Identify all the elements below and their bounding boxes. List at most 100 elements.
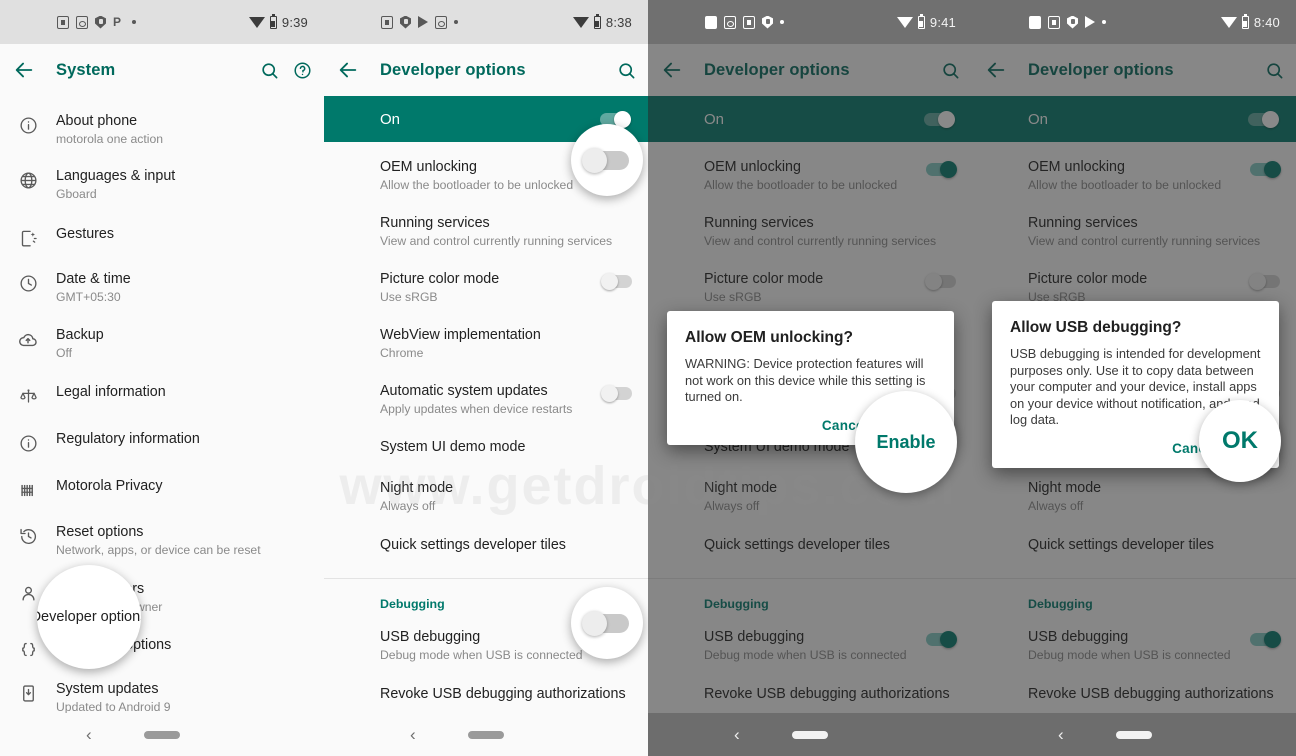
nav-bar: ‹ — [648, 713, 972, 756]
wifi-icon — [896, 16, 913, 28]
panel-oem-unlock-dialog: 9:41 Developer options On OEM unlocking — [648, 0, 972, 756]
magnified-toggle-off — [582, 610, 629, 636]
shield-icon — [400, 15, 411, 29]
list-item[interactable]: Quick settings developer tiles — [324, 514, 648, 554]
doc-icon — [743, 15, 755, 29]
magnifier-label: Enable — [876, 431, 936, 452]
magnifier-enable-button: Enable — [855, 391, 957, 493]
globe-icon — [0, 168, 56, 190]
p-icon: P — [113, 14, 122, 29]
nav-back-icon[interactable]: ‹ — [1058, 725, 1064, 745]
list-item[interactable]: System updates Updated to Android 9 — [0, 659, 324, 715]
list-item[interactable]: Automatic system updates Apply updates w… — [324, 361, 648, 417]
doc-lines-icon — [435, 15, 447, 29]
list-item[interactable]: Date & time GMT+05:30 — [0, 248, 324, 305]
status-icons-right: 8:40 — [1220, 13, 1280, 30]
list-item-title: Languages & input — [56, 168, 176, 184]
list-item-title: Date & time — [56, 271, 131, 287]
list-item[interactable]: System UI demo mode — [324, 417, 648, 456]
list-item[interactable]: Reset options Network, apps, or device c… — [0, 500, 324, 558]
list-item-title: USB debugging — [380, 629, 481, 645]
list-item-title: Legal information — [56, 384, 166, 400]
wifi-icon — [572, 16, 589, 28]
list-item-title: System UI demo mode — [380, 439, 526, 455]
home-pill[interactable] — [1116, 730, 1152, 739]
page-title: Developer options — [380, 60, 526, 79]
list-item-subtitle: GMT+05:30 — [56, 290, 121, 304]
battery-icon — [917, 13, 925, 29]
shield-icon — [1067, 15, 1078, 29]
automatic-system-updates-toggle[interactable] — [601, 385, 632, 402]
magnifier-developer-options: Developer options — [37, 565, 141, 669]
status-icons-right: 8:38 — [572, 13, 632, 30]
app-bar: Developer options — [324, 44, 648, 96]
status-time: 8:40 — [1253, 14, 1280, 30]
status-bar: 8:38 — [324, 0, 648, 44]
home-pill[interactable] — [144, 730, 180, 739]
system-update-icon — [0, 681, 56, 703]
status-bar: 8:40 — [972, 0, 1296, 44]
help-icon[interactable] — [293, 61, 312, 80]
status-time: 8:38 — [605, 14, 632, 30]
history-icon — [0, 524, 56, 546]
status-icons-left — [381, 15, 458, 29]
scales-icon — [0, 384, 56, 406]
list-item[interactable]: Backup Off — [0, 305, 324, 361]
list-item-title: Gestures — [56, 226, 115, 242]
back-arrow-icon[interactable] — [13, 59, 35, 81]
cloud-upload-icon — [0, 327, 56, 350]
picture-color-mode-toggle[interactable] — [601, 273, 632, 290]
master-switch-label: On — [380, 110, 401, 128]
dot-icon — [1102, 20, 1106, 24]
list-item-subtitle: Off — [56, 346, 73, 360]
home-pill[interactable] — [792, 730, 828, 739]
search-icon[interactable] — [617, 61, 636, 80]
list-item[interactable]: WebView implementation Chrome — [324, 305, 648, 361]
list-item[interactable]: Running services View and control curren… — [324, 193, 648, 249]
nav-back-icon[interactable]: ‹ — [410, 725, 416, 745]
list-item[interactable]: Revoke USB debugging authorizations — [324, 663, 648, 703]
nav-back-icon[interactable]: ‹ — [86, 725, 92, 745]
list-item-subtitle: motorola one action — [56, 132, 164, 146]
list-item-subtitle: Gboard — [56, 187, 97, 201]
list-item-subtitle: Chrome — [380, 346, 424, 360]
play-icon — [418, 16, 428, 28]
status-icons-right: 9:41 — [896, 13, 956, 30]
image-icon — [1029, 15, 1041, 29]
status-icons-left: P — [57, 14, 136, 29]
list-item[interactable]: Night mode Always off — [324, 456, 648, 514]
list-item[interactable]: Regulatory information — [0, 406, 324, 453]
search-icon[interactable] — [260, 61, 279, 80]
list-item[interactable]: Motorola Privacy — [0, 453, 324, 500]
list-item-title: Running services — [380, 215, 490, 231]
nav-back-icon[interactable]: ‹ — [734, 725, 740, 745]
status-time: 9:41 — [929, 14, 956, 30]
list-item[interactable]: Picture color mode Use sRGB — [324, 249, 648, 305]
battery-icon — [593, 13, 601, 29]
list-item[interactable]: Languages & input Gboard — [0, 147, 324, 202]
list-item-title: Motorola Privacy — [56, 478, 163, 494]
list-item[interactable]: Legal information — [0, 361, 324, 406]
list-item[interactable]: About phone motorola one action — [0, 96, 324, 147]
battery-icon — [269, 13, 277, 29]
magnifier-oem-toggle — [571, 124, 643, 196]
magnifier-ok-button: OK — [1199, 400, 1281, 482]
list-item-title: WebView implementation — [380, 327, 541, 343]
status-icons-left — [705, 15, 784, 29]
page-title: System — [56, 60, 116, 79]
info-circle-icon — [0, 431, 56, 453]
list-item-subtitle: Debug mode when USB is connected — [380, 648, 583, 662]
list-item-title: System updates — [56, 681, 159, 697]
list-item-subtitle: View and control currently running servi… — [380, 234, 613, 248]
list-item-subtitle: Allow the bootloader to be unlocked — [380, 178, 574, 192]
list-item-title: OEM unlocking — [380, 159, 477, 175]
dialog-title: Allow OEM unlocking? — [685, 329, 853, 346]
list-item-title: Reset options — [56, 524, 144, 540]
magnifier-usb-toggle — [571, 587, 643, 659]
list-item[interactable]: Gestures — [0, 202, 324, 248]
home-pill[interactable] — [468, 730, 504, 739]
back-arrow-icon[interactable] — [337, 59, 359, 81]
shield-icon — [95, 15, 106, 29]
clock-icon — [0, 271, 56, 293]
panel-system-settings: P 9:39 System About phone motorola one a… — [0, 0, 324, 756]
